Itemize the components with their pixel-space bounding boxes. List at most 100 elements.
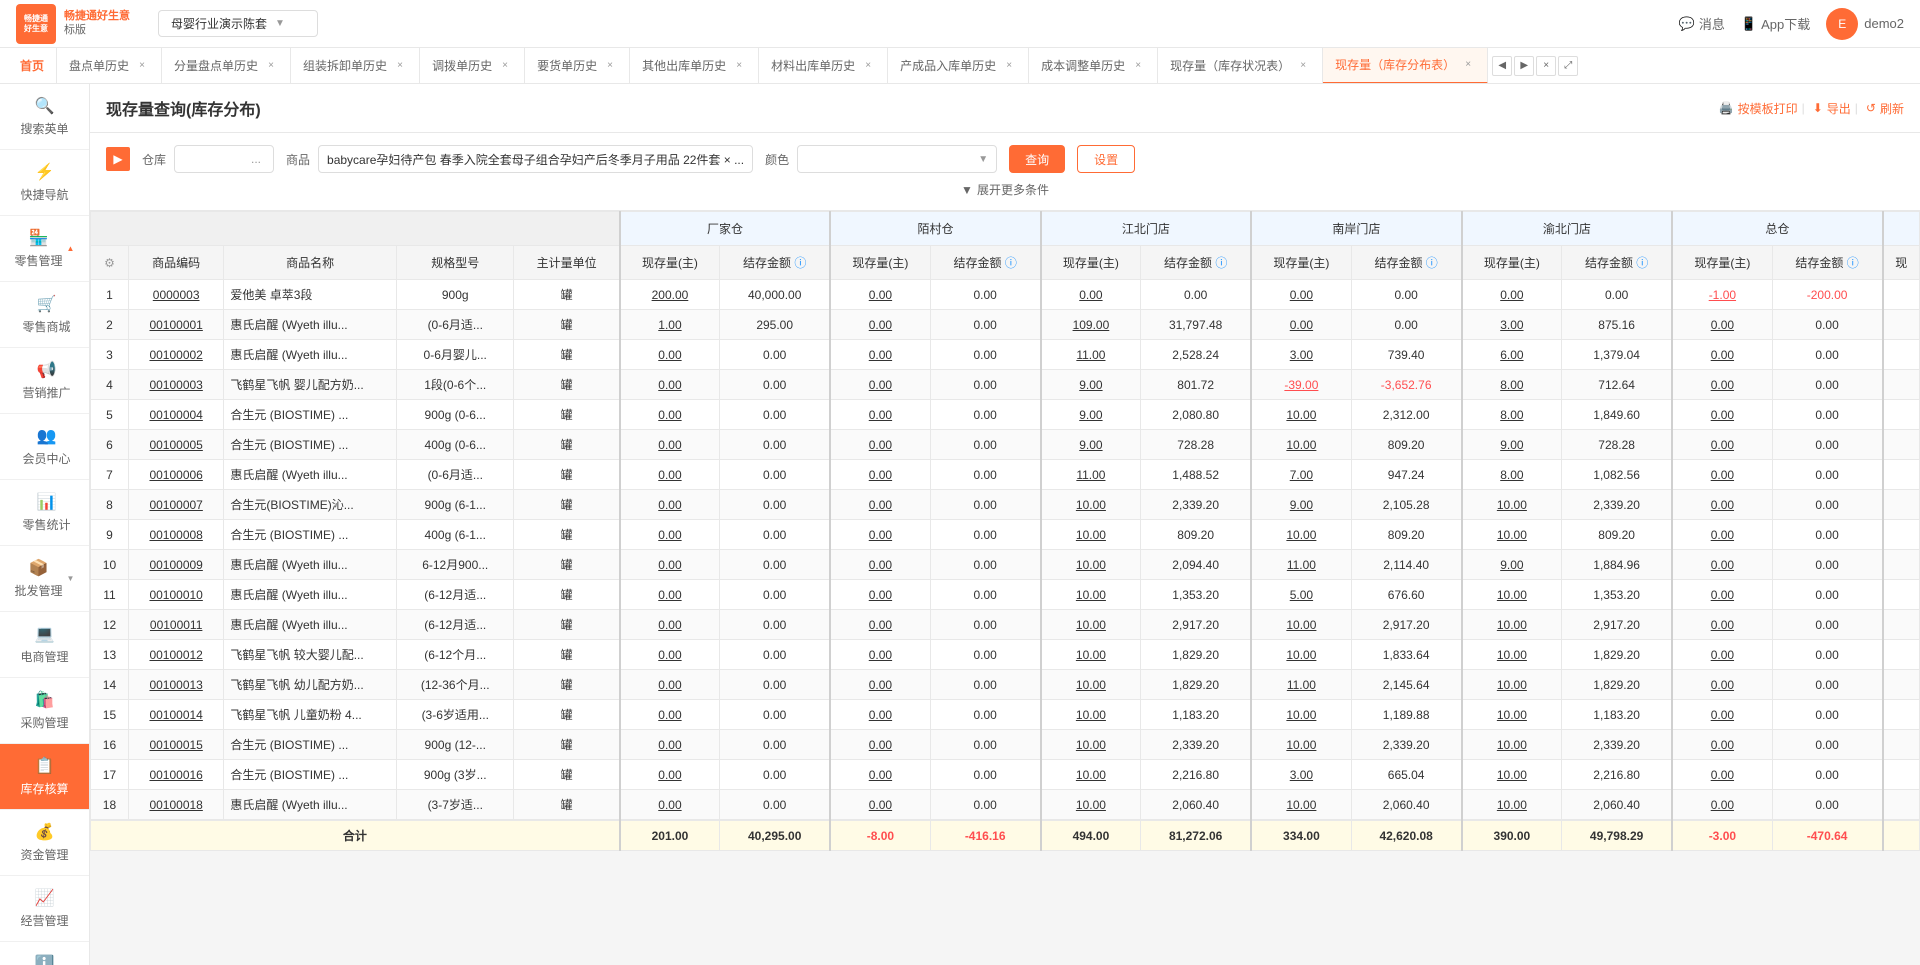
tab-chengtiao[interactable]: 成本调整单历史 × bbox=[1029, 48, 1158, 84]
tab-qitachu[interactable]: 其他出库单历史 × bbox=[630, 48, 759, 84]
nav-expand-btn[interactable]: ⤢ bbox=[1558, 56, 1578, 76]
settings-button[interactable]: 设置 bbox=[1077, 145, 1135, 173]
sidebar-item-retail-mgmt[interactable]: 🏪 零售管理 ▲ bbox=[0, 216, 89, 282]
table-row: 1 0000003 爱他美 卓萃3段 900g 罐 200.00 40,000.… bbox=[91, 280, 1920, 310]
sidebar-item-operation[interactable]: 📈 经营管理 bbox=[0, 876, 89, 942]
td-name: 合生元 (BIOSTIME) ... bbox=[224, 430, 397, 460]
print-btn[interactable]: 🖨️ 按模板打印 | bbox=[1719, 100, 1805, 117]
sidebar-item-ecommerce[interactable]: 💻 电商管理 bbox=[0, 612, 89, 678]
close-tab-xiancunfen[interactable]: × bbox=[1461, 58, 1475, 72]
tab-diaobofang[interactable]: 调拨单历史 × bbox=[420, 48, 525, 84]
td-num: 14 bbox=[91, 670, 129, 700]
table-row: 14 00100013 飞鹤星飞帆 幼儿配方奶... (12-36个月... 罐… bbox=[91, 670, 1920, 700]
tab-xiancunfen[interactable]: 现存量（库存分布表） × bbox=[1323, 48, 1488, 84]
sidebar-item-search[interactable]: 🔍 搜索英单 bbox=[0, 84, 89, 150]
summary-yubei-amt: 49,798.29 bbox=[1562, 820, 1673, 851]
expand-arrow-icon: ▲ bbox=[67, 244, 75, 253]
td-name: 合生元 (BIOSTIME) ... bbox=[224, 730, 397, 760]
close-tab-zuhechai[interactable]: × bbox=[393, 59, 407, 73]
sidebar-item-finance[interactable]: 💰 资金管理 bbox=[0, 810, 89, 876]
user-area[interactable]: E demo2 bbox=[1826, 8, 1904, 40]
td-name: 合生元 (BIOSTIME) ... bbox=[224, 520, 397, 550]
nav-next-btn[interactable]: ▶ bbox=[1514, 56, 1534, 76]
td-yubei-qty: 10.00 bbox=[1462, 610, 1562, 640]
td-yubei-amt: 1,353.20 bbox=[1562, 580, 1673, 610]
summary-jiangbei-qty: 494.00 bbox=[1041, 820, 1141, 851]
close-tab-diaobofang[interactable]: × bbox=[498, 59, 512, 73]
table-col-header: ⚙ 商品编码 商品名称 规格型号 主计量单位 现存量(主) 结存金额 ⓘ 现存量… bbox=[91, 246, 1920, 280]
td-nanan-qty: -39.00 bbox=[1251, 370, 1351, 400]
search-button[interactable]: 查询 bbox=[1009, 145, 1065, 173]
message-btn[interactable]: 💬 消息 bbox=[1679, 14, 1725, 33]
close-tab-qitachu[interactable]: × bbox=[732, 59, 746, 73]
nav-prev-btn[interactable]: ◀ bbox=[1492, 56, 1512, 76]
tab-zuhechai[interactable]: 组装拆卸单历史 × bbox=[291, 48, 420, 84]
summary-zongcang-qty: -3.00 bbox=[1672, 820, 1772, 851]
td-code: 00100013 bbox=[128, 670, 223, 700]
sidebar-item-nav[interactable]: ⚡ 快捷导航 bbox=[0, 150, 89, 216]
tab-home[interactable]: 首页 bbox=[8, 48, 57, 84]
app-logo: 畅捷通好生意 bbox=[16, 4, 56, 44]
nav-close-btn[interactable]: × bbox=[1536, 56, 1556, 76]
sidebar-item-basic[interactable]: ℹ️ 基础信息 bbox=[0, 942, 89, 965]
close-tab-chengtiao[interactable]: × bbox=[1131, 59, 1145, 73]
td-unit: 罐 bbox=[514, 370, 620, 400]
warehouse-input[interactable]: ... bbox=[174, 145, 274, 173]
gear-col-icon[interactable]: ⚙ bbox=[104, 256, 115, 270]
page-actions: 🖨️ 按模板打印 | ⬇ 导出 | ↺ 刷新 bbox=[1719, 100, 1904, 117]
tab-cailiao[interactable]: 材料出库单历史 × bbox=[759, 48, 888, 84]
td-nanan-qty: 7.00 bbox=[1251, 460, 1351, 490]
td-nanan-qty: 0.00 bbox=[1251, 310, 1351, 340]
close-tab-fenpandian[interactable]: × bbox=[264, 59, 278, 73]
toggle-btn[interactable]: ▶ bbox=[106, 147, 130, 171]
table-scroll[interactable]: 厂家仓 陌村仓 江北门店 南岸门店 渝北门店 总仓 ⚙ 商品编码 商品名称 bbox=[90, 211, 1920, 851]
td-jiangbei-qty: 10.00 bbox=[1041, 580, 1141, 610]
td-jiangbei-amt: 2,216.80 bbox=[1141, 760, 1252, 790]
td-zongcang-qty: 0.00 bbox=[1672, 310, 1772, 340]
td-unit: 罐 bbox=[514, 670, 620, 700]
sidebar-item-retail-stats[interactable]: 📊 零售统计 bbox=[0, 480, 89, 546]
refresh-btn[interactable]: ↺ 刷新 bbox=[1866, 100, 1904, 117]
td-xian bbox=[1883, 760, 1920, 790]
td-jiangbei-amt: 31,797.48 bbox=[1141, 310, 1252, 340]
tab-fenpandian[interactable]: 分量盘点单历史 × bbox=[162, 48, 291, 84]
close-tab-yaohuo[interactable]: × bbox=[603, 59, 617, 73]
message-icon: 💬 bbox=[1679, 16, 1695, 32]
close-tab-cailiao[interactable]: × bbox=[861, 59, 875, 73]
app-download-btn[interactable]: 📱 App下载 bbox=[1741, 14, 1810, 33]
sidebar-item-member[interactable]: 👥 会员中心 bbox=[0, 414, 89, 480]
th-jiangbei-qty: 现存量(主) bbox=[1041, 246, 1141, 280]
td-nanan-qty: 9.00 bbox=[1251, 490, 1351, 520]
td-nanan-amt: 2,105.28 bbox=[1351, 490, 1462, 520]
sidebar-item-marketing[interactable]: 📢 营销推广 bbox=[0, 348, 89, 414]
sidebar-item-wholesale[interactable]: 📦 批发管理 ▼ bbox=[0, 546, 89, 612]
color-input[interactable]: ▼ bbox=[797, 145, 997, 173]
td-factory-qty: 0.00 bbox=[620, 370, 720, 400]
tab-yaohuo[interactable]: 要货单历史 × bbox=[525, 48, 630, 84]
th-mucun-qty: 现存量(主) bbox=[830, 246, 930, 280]
close-tab-chengpin[interactable]: × bbox=[1002, 59, 1016, 73]
warehouse-ellipsis[interactable]: ... bbox=[247, 152, 265, 166]
table-body: 1 0000003 爱他美 卓萃3段 900g 罐 200.00 40,000.… bbox=[91, 280, 1920, 851]
tab-chengpin[interactable]: 产成品入库单历史 × bbox=[888, 48, 1029, 84]
td-name: 惠氏启醒 (Wyeth illu... bbox=[224, 550, 397, 580]
table-row: 13 00100012 飞鹤星飞帆 较大婴儿配... (6-12个月... 罐 … bbox=[91, 640, 1920, 670]
td-mucun-qty: 0.00 bbox=[830, 460, 930, 490]
tab-xiancunkuang[interactable]: 现存量（库存状况表） × bbox=[1158, 48, 1323, 84]
expand-conditions-btn[interactable]: ▼ 展开更多条件 bbox=[961, 181, 1049, 198]
export-btn[interactable]: ⬇ 导出 | bbox=[1813, 100, 1858, 117]
td-name: 惠氏启醒 (Wyeth illu... bbox=[224, 310, 397, 340]
td-nanan-amt: 2,114.40 bbox=[1351, 550, 1462, 580]
th-factory-qty: 现存量(主) bbox=[620, 246, 720, 280]
close-tab-xiancunkuang[interactable]: × bbox=[1296, 59, 1310, 73]
sidebar-item-inventory[interactable]: 📋 库存核算 bbox=[0, 744, 89, 810]
td-factory-amt: 0.00 bbox=[720, 730, 831, 760]
td-spec: (3-7岁适... bbox=[396, 790, 514, 821]
sidebar-item-shop[interactable]: 🛒 零售商城 bbox=[0, 282, 89, 348]
stats-icon: 📊 bbox=[8, 492, 85, 512]
td-yubei-qty: 10.00 bbox=[1462, 580, 1562, 610]
close-tab-pandian[interactable]: × bbox=[135, 59, 149, 73]
tab-pandian[interactable]: 盘点单历史 × bbox=[57, 48, 162, 84]
tenant-selector[interactable]: 母婴行业演示陈套 ▼ bbox=[158, 10, 318, 37]
sidebar-item-purchase[interactable]: 🛍️ 采购管理 bbox=[0, 678, 89, 744]
